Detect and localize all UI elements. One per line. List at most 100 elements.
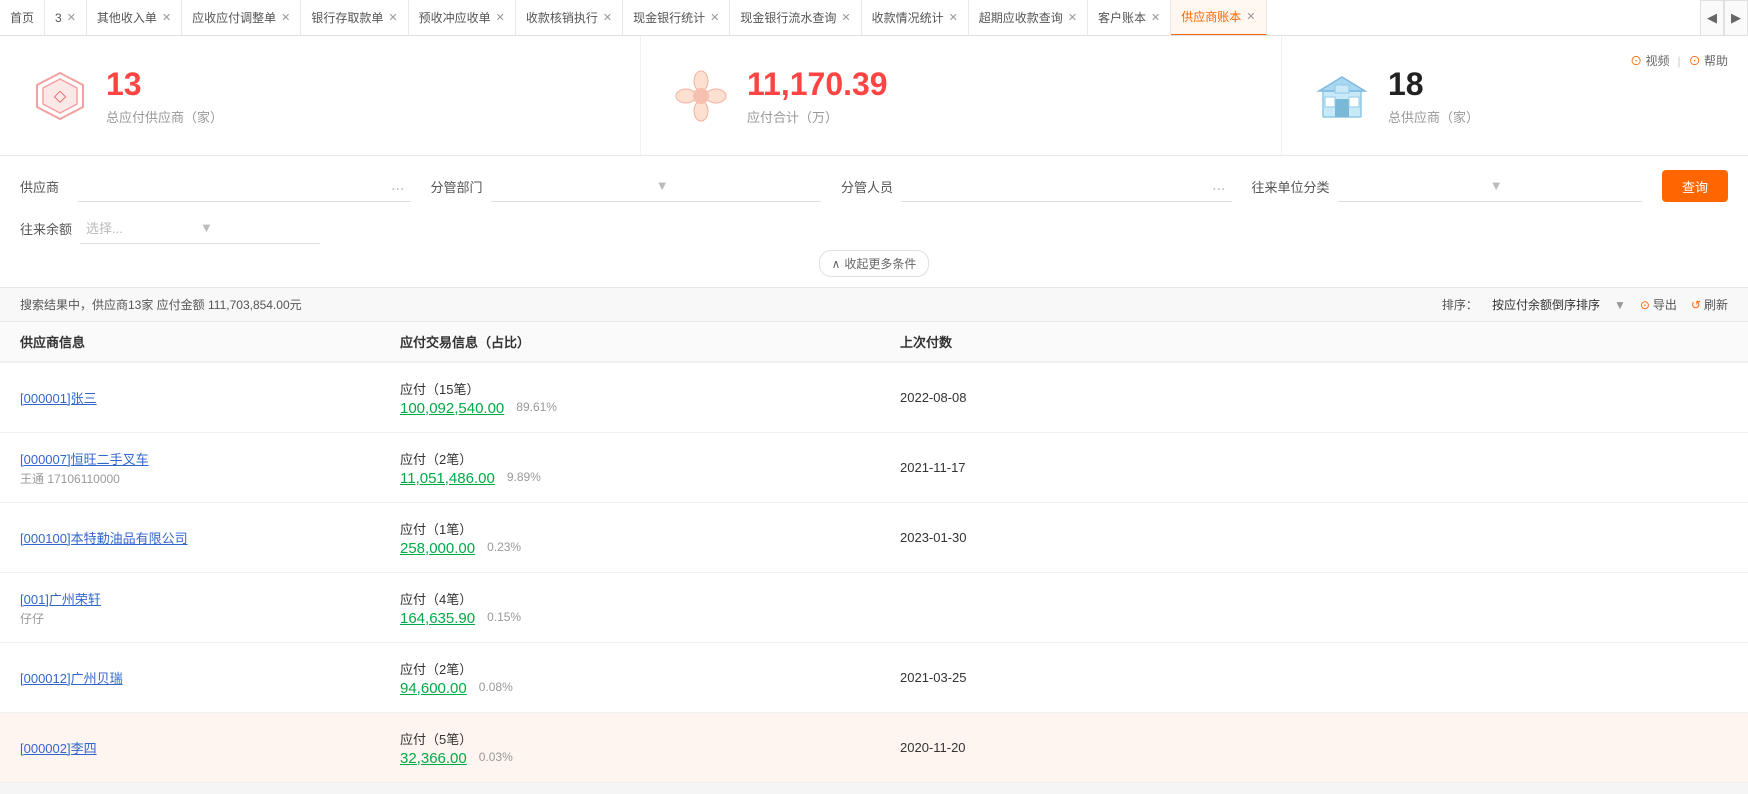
nav-tab-tab3[interactable]: 3✕ (45, 0, 87, 36)
trade-cell-4: 应付（2笔） 94,600.00 0.08% (400, 643, 900, 712)
nav-tab-ap-adjust[interactable]: 应收应付调整单✕ (182, 0, 301, 36)
supplier-link-4[interactable]: [000012]广州贝瑞 (20, 668, 400, 687)
trade-amount-4[interactable]: 94,600.00 (400, 680, 467, 697)
trade-amount-3[interactable]: 164,635.90 (400, 610, 475, 627)
tab-close-advance-receipt[interactable]: ✕ (496, 11, 505, 24)
shop-icon (1312, 66, 1372, 126)
ap-suppliers-label: 总应付供应商（家） (106, 107, 223, 126)
supplier-input[interactable] (84, 178, 391, 193)
lastpay-cell-3 (900, 573, 1728, 642)
nav-tab-overdue-query[interactable]: 超期应收款查询 ✕ (969, 0, 1088, 36)
balance-value: 选择... (86, 218, 200, 237)
supplier-link-1[interactable]: [000007]恒旺二手叉车 (20, 449, 400, 468)
summary-card-ap-suppliers: ◇ 13 总应付供应商（家） (0, 36, 641, 155)
supplier-cell-0: [000001]张三 (20, 363, 400, 432)
trade-label-4: 应付（2笔） (400, 659, 900, 678)
trade-label-0: 应付（15笔） (400, 379, 900, 398)
ap-total-amount: 11,170.39 (747, 65, 888, 103)
filter-row-2: 往来余额 选择... ▼ (20, 212, 1728, 244)
dept-select[interactable]: ▼ (491, 170, 821, 202)
tab-label-bank-deposit: 银行存取款单 (311, 9, 383, 26)
total-suppliers-label: 总供应商（家） (1388, 107, 1479, 126)
ap-suppliers-info: 13 总应付供应商（家） (106, 65, 223, 126)
summary-bar: ◇ 13 总应付供应商（家） 11,170.39 应付合计（万） (0, 36, 1748, 156)
nav-tab-receipt-stat[interactable]: 收款情况统计✕ (862, 0, 969, 36)
balance-select[interactable]: 选择... ▼ (80, 212, 320, 244)
supplier-link-5[interactable]: [000002]李四 (20, 738, 400, 757)
nav-tab-bank-deposit[interactable]: 银行存取款单 ✕ (301, 0, 408, 36)
video-link[interactable]: ⊙ 视频 (1630, 52, 1669, 69)
table-row: [000007]恒旺二手叉车 王通 17106110000 应付（2笔） 11,… (0, 433, 1748, 503)
trade-amount-2[interactable]: 258,000.00 (400, 540, 475, 557)
collapse-button[interactable]: ∧ 收起更多条件 (819, 250, 930, 277)
tab-close-other-income[interactable]: ✕ (162, 11, 171, 24)
supplier-input-wrap[interactable]: ... (78, 170, 411, 202)
lastpay-date-0: 2022-08-08 (900, 390, 1728, 405)
tab-close-receipt-verify[interactable]: ✕ (603, 11, 612, 24)
category-label: 往来单位分类 (1252, 177, 1330, 196)
tab-close-cash-bank-flow[interactable]: ✕ (841, 11, 850, 24)
person-label: 分管人员 (841, 177, 893, 196)
supplier-link-2[interactable]: [000100]本特勤油品有限公司 (20, 528, 400, 547)
person-dots-icon[interactable]: ... (1212, 177, 1225, 195)
result-bar: 搜索结果中，供应商13家 应付金额 111,703,854.00元 排序： 按应… (0, 288, 1748, 322)
nav-tab-cash-bank-stat[interactable]: 现金银行统计✕ (623, 0, 730, 36)
ap-suppliers-count: 13 (106, 65, 223, 103)
supplier-link-0[interactable]: [000001]张三 (20, 388, 400, 407)
tab-label-overdue-query: 超期应收款查询 (979, 9, 1063, 26)
top-right-links: ⊙ 视频 | ⊙ 帮助 (1630, 52, 1728, 69)
diamond-icon: ◇ (30, 66, 90, 126)
collapse-btn-wrap: ∧ 收起更多条件 (20, 250, 1728, 277)
nav-next-arrow[interactable]: ▶ (1724, 0, 1748, 36)
trade-amount-1[interactable]: 11,051,486.00 (400, 470, 495, 487)
nav-tab-receipt-verify[interactable]: 收款核销执行✕ (516, 0, 623, 36)
header-trade: 应付交易信息（占比） (400, 332, 900, 351)
nav-prev-arrow[interactable]: ◀ (1700, 0, 1724, 36)
tab-close-cash-bank-stat[interactable]: ✕ (710, 11, 719, 24)
flower-icon (671, 66, 731, 126)
trade-pct-3: 0.15% (487, 610, 521, 624)
sort-value[interactable]: 按应付余额倒序排序 (1492, 296, 1600, 313)
person-input[interactable] (907, 178, 1212, 193)
filter-balance: 往来余额 选择... ▼ (20, 212, 320, 244)
export-button[interactable]: ⊙ 导出 (1640, 296, 1677, 313)
tab-close-supplier-account[interactable]: ✕ (1246, 10, 1255, 23)
nav-tab-customer-account[interactable]: 客户账本✕ (1088, 0, 1171, 36)
lastpay-cell-5: 2020-11-20 (900, 713, 1728, 782)
nav-tab-home[interactable]: 首页 (0, 0, 45, 36)
refresh-button[interactable]: ↺ 刷新 (1691, 296, 1728, 313)
lastpay-cell-4: 2021-03-25 (900, 643, 1728, 712)
tab-close-overdue-query[interactable]: ✕ (1068, 11, 1077, 24)
person-input-wrap[interactable]: ... (901, 170, 1231, 202)
lastpay-date-5: 2020-11-20 (900, 740, 1728, 755)
supplier-cell-2: [000100]本特勤油品有限公司 (20, 503, 400, 572)
dept-arrow-icon: ▼ (656, 178, 815, 193)
nav-tab-other-income[interactable]: 其他收入单 ✕ (87, 0, 182, 36)
nav-tab-advance-receipt[interactable]: 预收冲应收单✕ (409, 0, 516, 36)
tab-close-bank-deposit[interactable]: ✕ (388, 11, 397, 24)
export-icon: ⊙ (1640, 298, 1650, 312)
tab-label-other-income: 其他收入单 (97, 9, 157, 26)
supplier-link-3[interactable]: [001]广州荣轩 (20, 589, 400, 608)
table-header: 供应商信息 应付交易信息（占比） 上次付数 (0, 322, 1748, 363)
tab-close-customer-account[interactable]: ✕ (1151, 11, 1160, 24)
sort-arrow-icon: ▼ (1614, 298, 1626, 312)
dept-label: 分管部门 (431, 177, 483, 196)
trade-amount-0[interactable]: 100,092,540.00 (400, 400, 504, 417)
tab-close-tab3[interactable]: ✕ (67, 11, 76, 24)
help-link[interactable]: ⊙ 帮助 (1689, 52, 1728, 69)
category-select[interactable]: ▼ (1338, 170, 1642, 202)
nav-tab-supplier-account[interactable]: 供应商账本✕ (1171, 0, 1266, 36)
search-button[interactable]: 查询 (1662, 170, 1728, 202)
supplier-label: 供应商 (20, 177, 70, 196)
nav-tab-cash-bank-flow[interactable]: 现金银行流水查询✕ (730, 0, 861, 36)
filter-category: 往来单位分类 ▼ (1252, 170, 1643, 202)
trade-pct-1: 9.89% (507, 470, 541, 484)
trade-cell-3: 应付（4笔） 164,635.90 0.15% (400, 573, 900, 642)
tab-close-receipt-stat[interactable]: ✕ (949, 11, 958, 24)
trade-amount-5[interactable]: 32,366.00 (400, 750, 467, 767)
sort-label: 排序： (1442, 296, 1478, 313)
lastpay-date-4: 2021-03-25 (900, 670, 1728, 685)
tab-close-ap-adjust[interactable]: ✕ (281, 11, 290, 24)
supplier-dots-icon[interactable]: ... (391, 177, 404, 195)
